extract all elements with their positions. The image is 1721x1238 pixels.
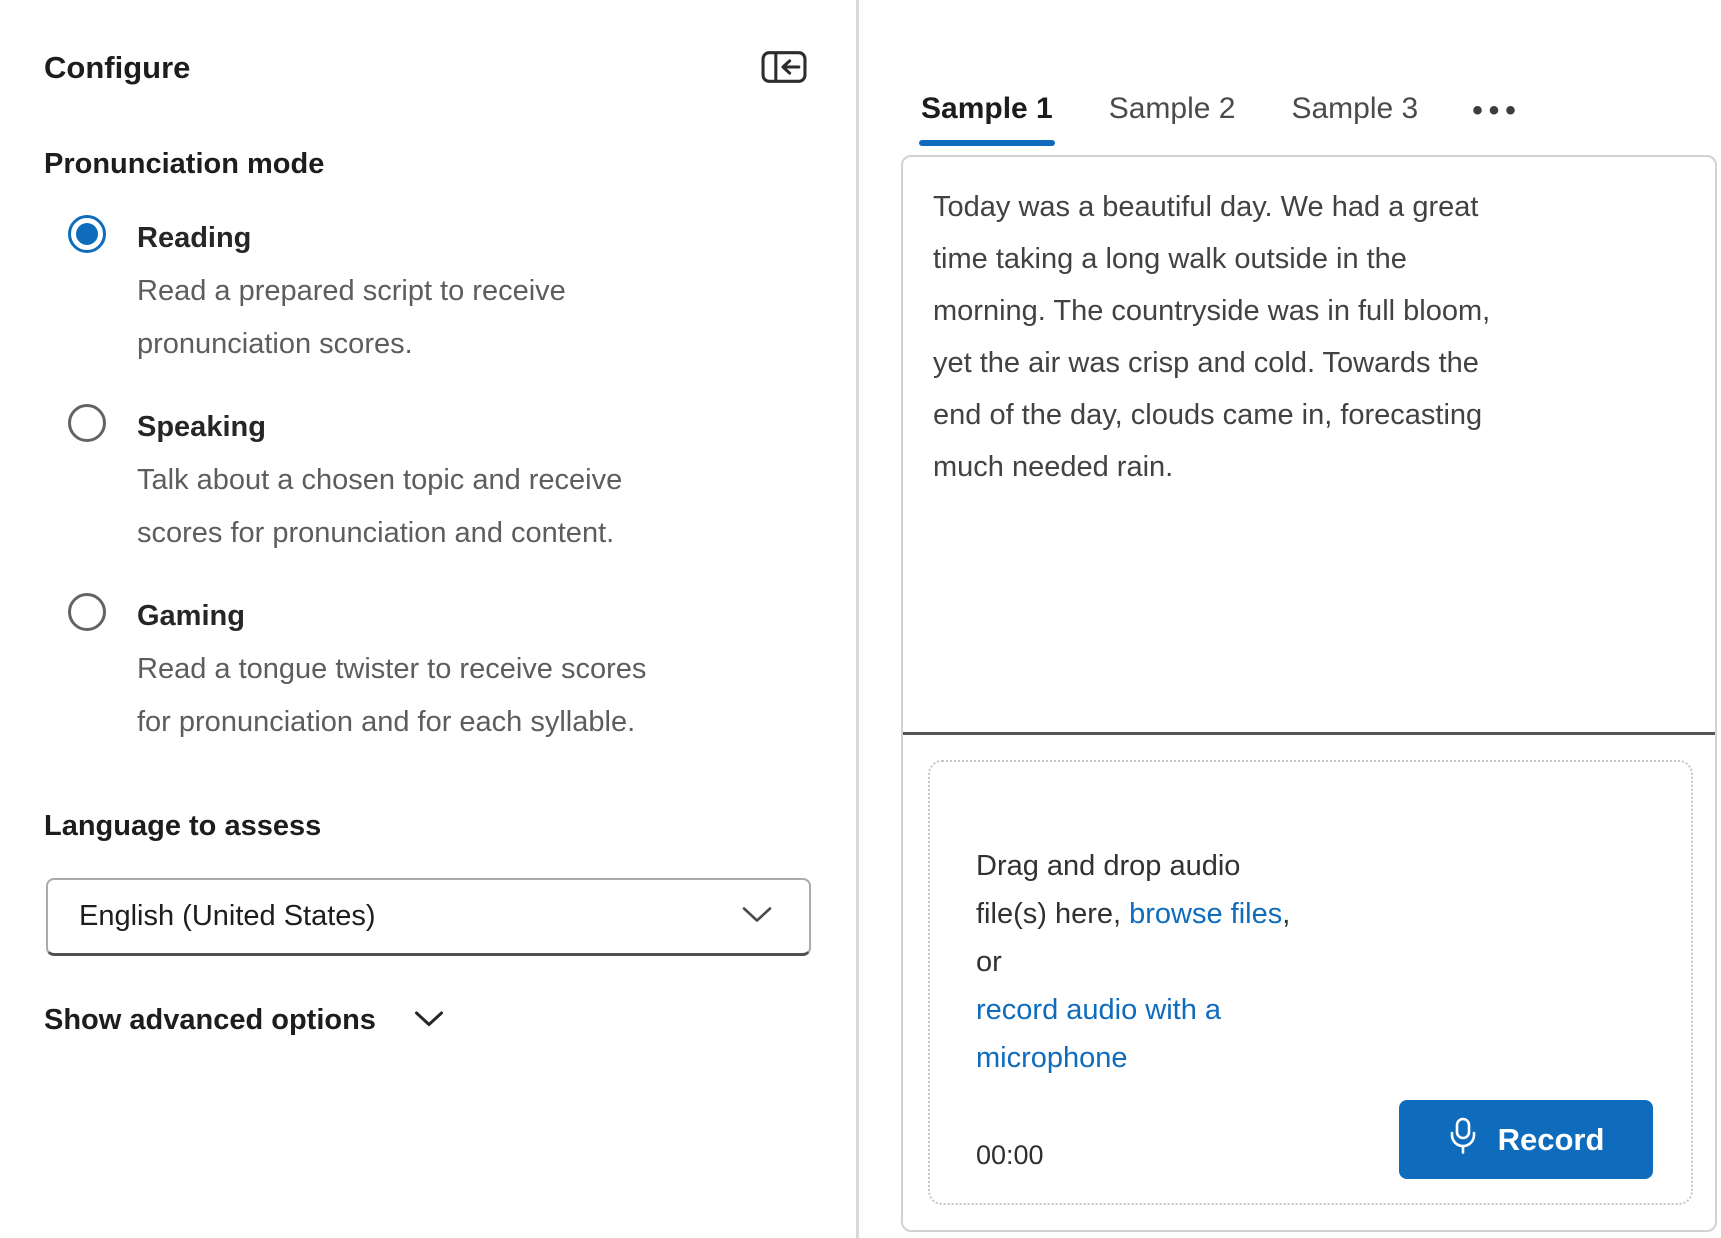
sample-tabs: Sample 1 Sample 2 Sample 3 ••• [919,88,1522,146]
audio-dropzone[interactable]: Drag and drop audio file(s) here, browse… [928,760,1693,1205]
pronunciation-assessment-page: Configure Pronunciation mode Readin [0,0,1721,1238]
radio-label-speaking: Speaking [137,401,784,454]
record-button[interactable]: Record [1399,1100,1653,1179]
dropzone-text-line: Drag and drop audio [976,842,1290,890]
radio-option-reading[interactable]: Reading Read a prepared script to receiv… [44,212,784,371]
tab-sample-2[interactable]: Sample 2 [1107,88,1238,146]
collapse-panel-button[interactable] [761,51,807,85]
script-text-line: morning. The countryside was in full blo… [933,285,1685,337]
dropzone-text-line: file(s) here, [976,898,1129,930]
configure-panel: Configure Pronunciation mode Readin [0,0,856,1238]
script-text-line: much needed rain. [933,441,1685,493]
radio-description-line: Talk about a chosen topic and receive [137,454,784,507]
script-textarea[interactable]: Today was a beautiful day. We had a grea… [903,157,1715,735]
sample-panel: Sample 1 Sample 2 Sample 3 ••• Today was… [859,0,1721,1238]
radio-description-line: Read a prepared script to receive [137,265,784,318]
configure-panel-header: Configure [44,46,807,90]
tab-sample-1[interactable]: Sample 1 [919,88,1055,146]
dropzone-instructions: Drag and drop audio file(s) here, browse… [976,842,1290,1082]
sample-card: Today was a beautiful day. We had a grea… [901,155,1717,1232]
radio-button-reading[interactable] [68,215,106,253]
language-to-assess-heading: Language to assess [44,806,321,846]
show-advanced-options-toggle[interactable]: Show advanced options [44,998,444,1042]
tabs-overflow-button[interactable]: ••• [1472,88,1522,132]
radio-button-gaming[interactable] [68,593,106,631]
show-advanced-options-label: Show advanced options [44,998,376,1042]
browse-files-link[interactable]: browse files [1129,898,1282,930]
radio-label-reading: Reading [137,212,784,265]
radio-label-gaming: Gaming [137,590,784,643]
radio-option-speaking[interactable]: Speaking Talk about a chosen topic and r… [44,401,784,560]
radio-description-line: pronunciation scores. [137,318,784,371]
radio-option-gaming[interactable]: Gaming Read a tongue twister to receive … [44,590,784,749]
radio-description-line: Read a tongue twister to receive scores [137,643,784,696]
script-text-line: time taking a long walk outside in the [933,233,1685,285]
chevron-down-icon [414,1010,444,1031]
record-button-label: Record [1498,1122,1605,1158]
collapse-panel-left-icon [761,50,807,87]
radio-description-line: scores for pronunciation and content. [137,507,784,560]
language-select[interactable]: English (United States) [46,878,811,956]
script-text-line: yet the air was crisp and cold. Towards … [933,337,1685,389]
dropzone-text-line: or [976,938,1290,986]
script-text-line: Today was a beautiful day. We had a grea… [933,181,1685,233]
page-title: Configure [44,50,190,86]
pronunciation-mode-radio-group: Reading Read a prepared script to receiv… [44,212,784,779]
record-audio-link[interactable]: microphone [976,1042,1128,1074]
dropzone-text-suffix: , [1282,898,1290,930]
language-select-value: English (United States) [79,900,376,933]
script-text-line: end of the day, clouds came in, forecast… [933,389,1685,441]
record-audio-link[interactable]: record audio with a [976,994,1221,1026]
dropzone-footer: 00:00 Record [976,1100,1653,1179]
radio-button-speaking[interactable] [68,404,106,442]
recording-timer: 00:00 [976,1140,1044,1171]
microphone-icon [1448,1117,1478,1163]
tab-sample-3[interactable]: Sample 3 [1289,88,1420,146]
pronunciation-mode-heading: Pronunciation mode [44,144,324,184]
chevron-down-icon [741,905,773,929]
radio-description-line: for pronunciation and for each syllable. [137,696,784,749]
